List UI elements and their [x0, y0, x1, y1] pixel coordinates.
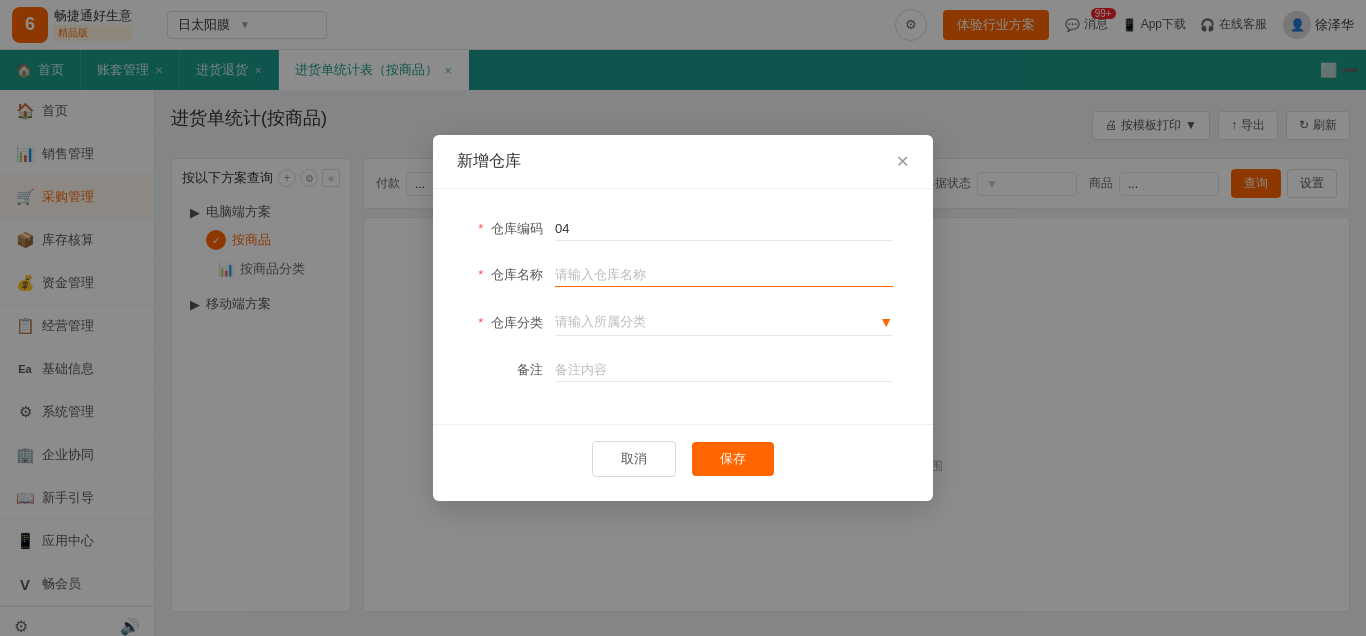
warehouse-category-label: * 仓库分类 — [473, 314, 543, 332]
add-warehouse-modal: 新增仓库 ✕ * 仓库编码 * 仓库名称 — [433, 135, 933, 501]
warehouse-name-label: * 仓库名称 — [473, 266, 543, 284]
warehouse-remark-label: 备注 — [473, 361, 543, 379]
chevron-down-icon: ▼ — [879, 314, 893, 330]
modal-body: * 仓库编码 * 仓库名称 * 仓库分类 请输入所属 — [433, 189, 933, 424]
warehouse-code-input[interactable] — [555, 217, 893, 241]
warehouse-remark-input[interactable] — [555, 358, 893, 382]
category-placeholder: 请输入所属分类 — [555, 313, 646, 331]
warehouse-name-row: * 仓库名称 — [473, 263, 893, 287]
modal-title: 新增仓库 — [457, 151, 521, 172]
required-mark: * — [478, 221, 483, 236]
required-mark: * — [478, 267, 483, 282]
cancel-button[interactable]: 取消 — [592, 441, 676, 477]
warehouse-category-row: * 仓库分类 请输入所属分类 ▼ — [473, 309, 893, 336]
warehouse-code-row: * 仓库编码 — [473, 217, 893, 241]
required-mark: * — [478, 315, 483, 330]
warehouse-category-select[interactable]: 请输入所属分类 ▼ — [555, 309, 893, 336]
modal-footer: 取消 保存 — [433, 425, 933, 501]
warehouse-remark-row: 备注 — [473, 358, 893, 382]
warehouse-code-label: * 仓库编码 — [473, 220, 543, 238]
modal-overlay: 新增仓库 ✕ * 仓库编码 * 仓库名称 — [0, 0, 1366, 636]
modal-close-button[interactable]: ✕ — [896, 152, 909, 171]
save-button[interactable]: 保存 — [692, 442, 774, 476]
modal-header: 新增仓库 ✕ — [433, 135, 933, 189]
warehouse-name-input[interactable] — [555, 263, 893, 287]
